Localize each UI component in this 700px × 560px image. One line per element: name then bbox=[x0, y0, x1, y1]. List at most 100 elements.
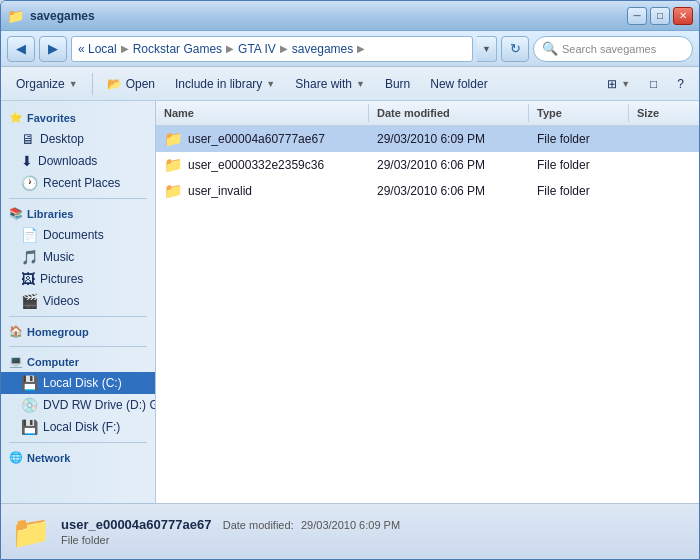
file-size-cell bbox=[629, 162, 699, 168]
status-file-icon: 📁 bbox=[11, 513, 51, 551]
sidebar-item-local-disk-c[interactable]: 💾 Local Disk (C:) bbox=[1, 372, 155, 394]
file-rows-container: 📁 user_e00004a60777ae67 29/03/2010 6:09 … bbox=[156, 126, 699, 204]
include-library-label: Include in library bbox=[175, 77, 262, 91]
details-pane-icon: □ bbox=[650, 77, 657, 91]
help-button[interactable]: ? bbox=[668, 71, 693, 97]
file-name-cell: 📁 user_invalid bbox=[156, 179, 369, 203]
refresh-button[interactable]: ↻ bbox=[501, 36, 529, 62]
views-icon: ⊞ bbox=[607, 77, 617, 91]
homegroup-section: 🏠 Homegroup bbox=[1, 321, 155, 342]
file-row[interactable]: 📁 user_invalid 29/03/2010 6:06 PM File f… bbox=[156, 178, 699, 204]
path-segment-gtaiv: GTA IV bbox=[238, 42, 276, 56]
path-segment-rockstar: Rockstar Games bbox=[133, 42, 222, 56]
computer-label: Computer bbox=[27, 356, 79, 368]
sidebar-item-pictures[interactable]: 🖼 Pictures bbox=[1, 268, 155, 290]
toolbar-separator-1 bbox=[92, 73, 93, 95]
maximize-button[interactable]: □ bbox=[650, 7, 670, 25]
sidebar-divider-4 bbox=[9, 442, 147, 443]
sidebar-item-downloads[interactable]: ⬇ Downloads bbox=[1, 150, 155, 172]
pictures-icon: 🖼 bbox=[21, 271, 35, 287]
open-label: Open bbox=[126, 77, 155, 91]
file-folder-icon: 📁 bbox=[164, 182, 183, 200]
status-date-label: Date modified: bbox=[223, 519, 294, 531]
file-type-cell: File folder bbox=[529, 155, 629, 175]
sidebar-item-music[interactable]: 🎵 Music bbox=[1, 246, 155, 268]
dvd-drive-d-icon: 💿 bbox=[21, 397, 38, 413]
close-button[interactable]: ✕ bbox=[673, 7, 693, 25]
libraries-icon: 📚 bbox=[9, 207, 23, 220]
downloads-icon: ⬇ bbox=[21, 153, 33, 169]
sidebar-item-downloads-label: Downloads bbox=[38, 154, 97, 168]
path-segment-savegames: savegames bbox=[292, 42, 353, 56]
file-name-cell: 📁 user_e0000332e2359c36 bbox=[156, 153, 369, 177]
share-with-dropdown-arrow: ▼ bbox=[356, 79, 365, 89]
file-type-cell: File folder bbox=[529, 181, 629, 201]
favorites-header: ⭐ Favorites bbox=[1, 107, 155, 128]
documents-icon: 📄 bbox=[21, 227, 38, 243]
sidebar-item-desktop[interactable]: 🖥 Desktop bbox=[1, 128, 155, 150]
sidebar-item-desktop-label: Desktop bbox=[40, 132, 84, 146]
share-with-button[interactable]: Share with ▼ bbox=[286, 71, 374, 97]
address-path[interactable]: « Local ▶ Rockstar Games ▶ GTA IV ▶ save… bbox=[71, 36, 473, 62]
homegroup-label: Homegroup bbox=[27, 326, 89, 338]
sidebar-divider-2 bbox=[9, 316, 147, 317]
share-with-label: Share with bbox=[295, 77, 352, 91]
views-button[interactable]: ⊞ ▼ bbox=[598, 71, 639, 97]
sidebar-item-music-label: Music bbox=[43, 250, 74, 264]
network-section: 🌐 Network bbox=[1, 447, 155, 468]
computer-header: 💻 Computer bbox=[1, 351, 155, 372]
sidebar-item-videos[interactable]: 🎬 Videos bbox=[1, 290, 155, 312]
file-row[interactable]: 📁 user_e0000332e2359c36 29/03/2010 6:06 … bbox=[156, 152, 699, 178]
sidebar-item-documents[interactable]: 📄 Documents bbox=[1, 224, 155, 246]
file-size-cell bbox=[629, 188, 699, 194]
sidebar-item-videos-label: Videos bbox=[43, 294, 79, 308]
file-date-cell: 29/03/2010 6:06 PM bbox=[369, 181, 529, 201]
file-name: user_e0000332e2359c36 bbox=[188, 158, 324, 172]
address-dropdown[interactable]: ▼ bbox=[477, 36, 497, 62]
local-disk-c-icon: 💾 bbox=[21, 375, 38, 391]
back-button[interactable]: ◀ bbox=[7, 36, 35, 62]
network-icon: 🌐 bbox=[9, 451, 23, 464]
search-box[interactable]: 🔍 Search savegames bbox=[533, 36, 693, 62]
minimize-button[interactable]: ─ bbox=[627, 7, 647, 25]
favorites-label: Favorites bbox=[27, 112, 76, 124]
file-row[interactable]: 📁 user_e00004a60777ae67 29/03/2010 6:09 … bbox=[156, 126, 699, 152]
organize-button[interactable]: Organize ▼ bbox=[7, 71, 87, 97]
sidebar-item-dvd-drive-d[interactable]: 💿 DVD RW Drive (D:) G bbox=[1, 394, 155, 416]
col-header-date[interactable]: Date modified bbox=[369, 104, 529, 122]
open-icon: 📂 bbox=[107, 77, 122, 91]
file-name: user_e00004a60777ae67 bbox=[188, 132, 325, 146]
computer-icon: 💻 bbox=[9, 355, 23, 368]
forward-button[interactable]: ▶ bbox=[39, 36, 67, 62]
sidebar-item-dvd-drive-d-label: DVD RW Drive (D:) G bbox=[43, 398, 155, 412]
status-date-value: 29/03/2010 6:09 PM bbox=[301, 519, 400, 531]
burn-button[interactable]: Burn bbox=[376, 71, 419, 97]
network-header: 🌐 Network bbox=[1, 447, 155, 468]
favorites-icon: ⭐ bbox=[9, 111, 23, 124]
new-folder-button[interactable]: New folder bbox=[421, 71, 496, 97]
details-pane-button[interactable]: □ bbox=[641, 71, 666, 97]
views-dropdown-arrow: ▼ bbox=[621, 79, 630, 89]
include-library-button[interactable]: Include in library ▼ bbox=[166, 71, 284, 97]
sidebar-item-local-disk-f[interactable]: 💾 Local Disk (F:) bbox=[1, 416, 155, 438]
help-icon: ? bbox=[677, 77, 684, 91]
new-folder-label: New folder bbox=[430, 77, 487, 91]
libraries-header: 📚 Libraries bbox=[1, 203, 155, 224]
favorites-section: ⭐ Favorites 🖥 Desktop ⬇ Downloads 🕐 Rece… bbox=[1, 107, 155, 194]
sidebar-item-local-disk-c-label: Local Disk (C:) bbox=[43, 376, 122, 390]
sidebar-item-recent-places[interactable]: 🕐 Recent Places bbox=[1, 172, 155, 194]
file-list: Name Date modified Type Size 📁 user_e000… bbox=[156, 101, 699, 503]
sidebar-item-documents-label: Documents bbox=[43, 228, 104, 242]
local-disk-f-icon: 💾 bbox=[21, 419, 38, 435]
open-button[interactable]: 📂 Open bbox=[98, 71, 164, 97]
sidebar-divider-3 bbox=[9, 346, 147, 347]
network-label: Network bbox=[27, 452, 70, 464]
col-header-size[interactable]: Size bbox=[629, 104, 699, 122]
col-header-type[interactable]: Type bbox=[529, 104, 629, 122]
videos-icon: 🎬 bbox=[21, 293, 38, 309]
file-name: user_invalid bbox=[188, 184, 252, 198]
col-header-name[interactable]: Name bbox=[156, 104, 369, 122]
sidebar-item-recent-places-label: Recent Places bbox=[43, 176, 120, 190]
libraries-label: Libraries bbox=[27, 208, 73, 220]
homegroup-header: 🏠 Homegroup bbox=[1, 321, 155, 342]
